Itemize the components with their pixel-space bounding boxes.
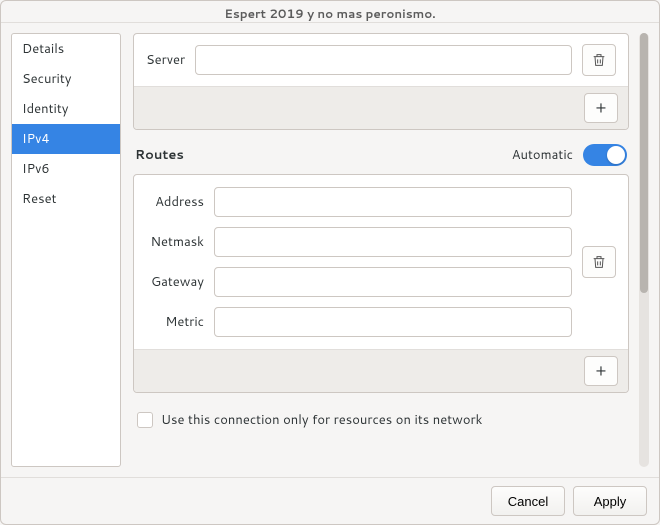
sidebar-item-details[interactable]: Details (12, 34, 120, 64)
gateway-input[interactable] (214, 267, 572, 297)
add-route-button[interactable]: + (584, 356, 618, 386)
route-add-bar: + (134, 349, 628, 392)
server-panel: Server + (133, 33, 629, 130)
toggle-knob (607, 146, 625, 164)
apply-button[interactable]: Apply (573, 486, 647, 516)
route-fields: Address Netmask Gateway (146, 187, 572, 337)
main-pane: Server + Routes Automatic (133, 33, 649, 467)
metric-input[interactable] (214, 307, 572, 337)
window-title: Espert 2019 y no mas peronismo. (1, 1, 659, 23)
sidebar: Details Security Identity IPv4 IPv6 Rese… (11, 33, 121, 467)
address-input[interactable] (214, 187, 572, 217)
resources-only-label: Use this connection only for resources o… (161, 411, 482, 429)
automatic-wrap: Automatic (512, 144, 627, 166)
sidebar-item-identity[interactable]: Identity (12, 94, 120, 124)
netmask-field: Netmask (146, 227, 572, 257)
delete-server-button[interactable] (582, 44, 616, 76)
routes-panel: Address Netmask Gateway (133, 174, 629, 393)
metric-field: Metric (146, 307, 572, 337)
scroll-area: Server + Routes Automatic (133, 33, 635, 467)
content: Details Security Identity IPv4 IPv6 Rese… (1, 23, 659, 477)
footer: Cancel Apply (1, 477, 659, 524)
address-label: Address (146, 193, 204, 211)
automatic-label: Automatic (512, 146, 573, 164)
server-row: Server (134, 34, 628, 86)
routes-header: Routes Automatic (133, 144, 629, 174)
automatic-toggle[interactable] (583, 144, 627, 166)
scrollbar-thumb[interactable] (640, 33, 648, 293)
resources-only-checkbox[interactable] (137, 412, 153, 428)
resources-only-row: Use this connection only for resources o… (133, 407, 629, 437)
server-input[interactable] (195, 45, 572, 75)
routes-title: Routes (135, 146, 184, 164)
metric-label: Metric (146, 313, 204, 331)
trash-icon (591, 254, 607, 270)
dialog-window: Espert 2019 y no mas peronismo. Details … (0, 0, 660, 525)
delete-route-button[interactable] (582, 246, 616, 278)
trash-icon (591, 52, 607, 68)
address-field: Address (146, 187, 572, 217)
scrollbar[interactable] (639, 33, 649, 467)
route-row: Address Netmask Gateway (134, 175, 628, 349)
gateway-label: Gateway (146, 273, 204, 291)
netmask-input[interactable] (214, 227, 572, 257)
netmask-label: Netmask (146, 233, 204, 251)
server-add-bar: + (134, 86, 628, 129)
sidebar-item-security[interactable]: Security (12, 64, 120, 94)
sidebar-item-ipv4[interactable]: IPv4 (12, 124, 120, 154)
sidebar-item-ipv6[interactable]: IPv6 (12, 154, 120, 184)
server-label: Server (146, 51, 185, 69)
cancel-button[interactable]: Cancel (491, 486, 565, 516)
add-server-button[interactable]: + (584, 93, 618, 123)
sidebar-item-reset[interactable]: Reset (12, 184, 120, 214)
gateway-field: Gateway (146, 267, 572, 297)
